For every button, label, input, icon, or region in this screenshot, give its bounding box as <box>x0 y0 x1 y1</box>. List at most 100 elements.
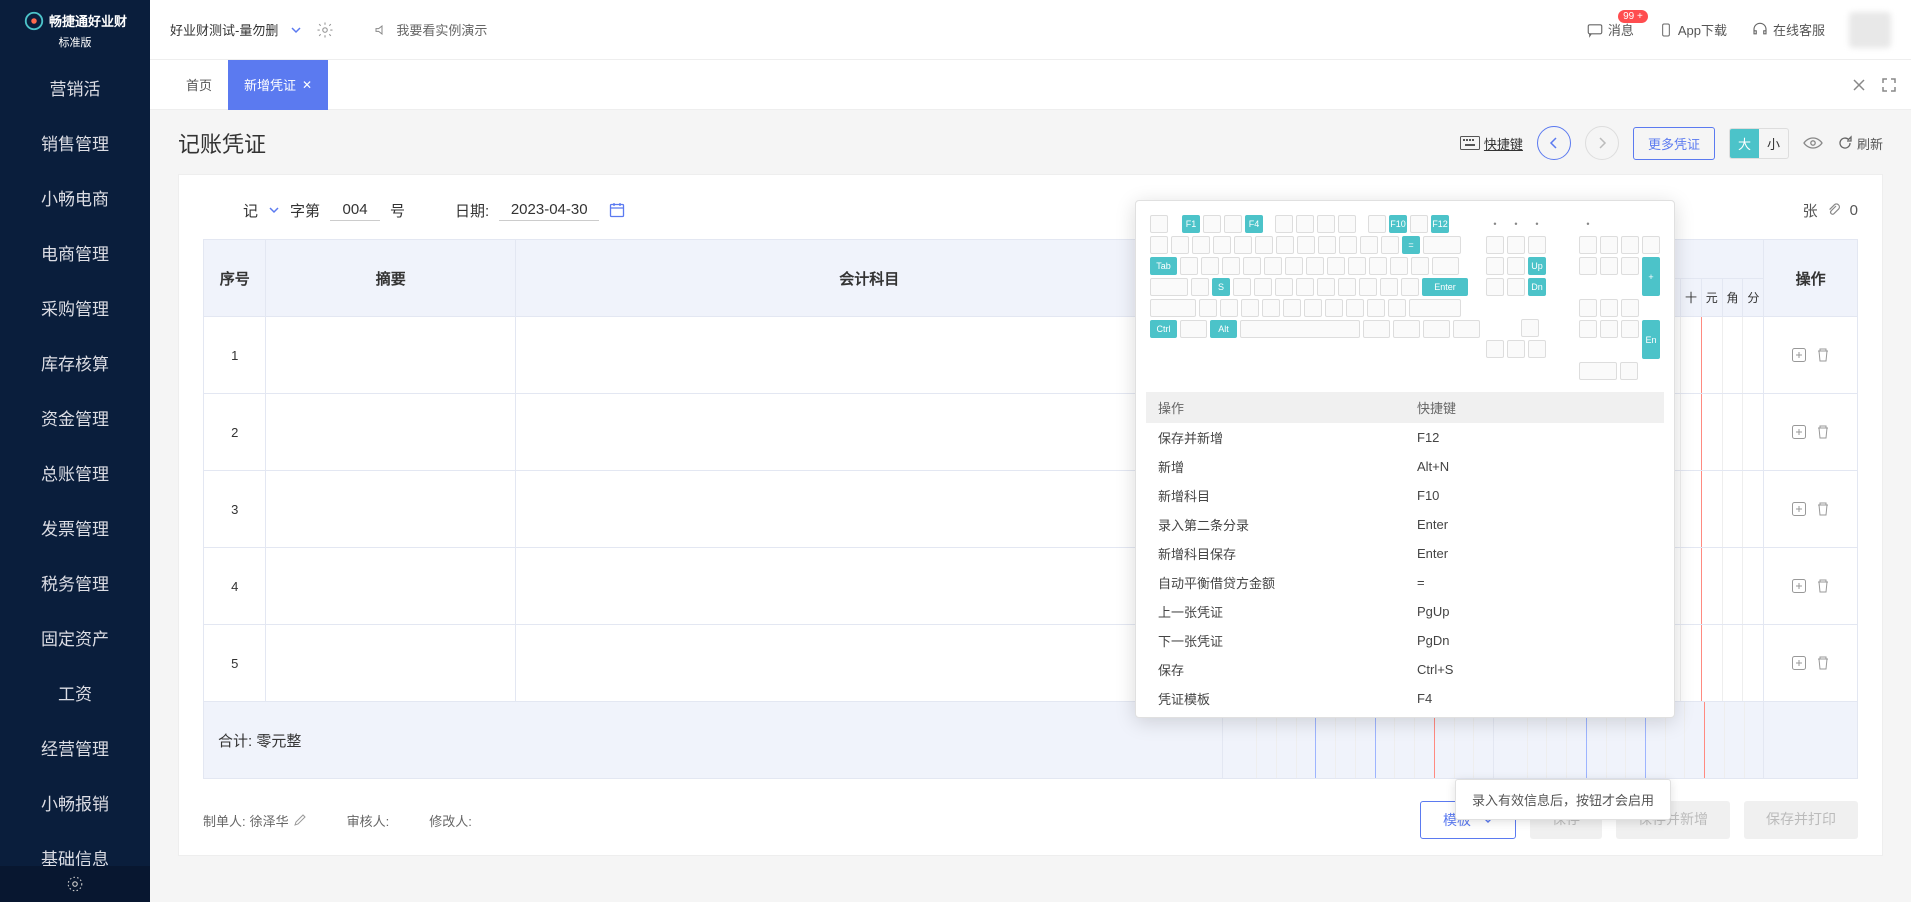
next-voucher-button[interactable] <box>1585 126 1619 160</box>
shortcut-table: 操作快捷键 保存并新增F12新增Alt+N新增科目F10录入第二条分录Enter… <box>1146 392 1664 713</box>
chevron-down-icon <box>290 24 302 36</box>
add-row-icon[interactable] <box>1791 655 1807 671</box>
add-row-icon[interactable] <box>1791 501 1807 517</box>
brand-name: 畅捷通好业财 <box>49 11 127 30</box>
sidebar-item-12[interactable]: 经营管理 <box>0 720 150 775</box>
refresh-button[interactable]: 刷新 <box>1837 134 1883 153</box>
arrow-right-icon <box>1595 136 1609 150</box>
headset-icon <box>1751 21 1769 39</box>
sidebar-item-7[interactable]: 总账管理 <box>0 445 150 500</box>
sidebar-settings[interactable] <box>0 866 150 902</box>
add-row-icon[interactable] <box>1791 578 1807 594</box>
shortcut-row: 上一张凭证PgUp <box>1146 597 1664 626</box>
sidebar-item-6[interactable]: 资金管理 <box>0 390 150 445</box>
add-row-icon[interactable] <box>1791 347 1807 363</box>
chevron-down-icon[interactable] <box>268 204 280 216</box>
sidebar-item-8[interactable]: 发票管理 <box>0 500 150 555</box>
delete-row-icon[interactable] <box>1815 347 1831 363</box>
account-cell[interactable] <box>516 394 1223 471</box>
sidebar-item-1[interactable]: 销售管理 <box>0 115 150 170</box>
message-icon <box>1586 21 1604 39</box>
keyboard-icon <box>1460 136 1480 150</box>
fullscreen-icon[interactable] <box>1881 77 1897 93</box>
sidebar-item-10[interactable]: 固定资产 <box>0 610 150 665</box>
tab-home[interactable]: 首页 <box>170 60 228 110</box>
shortcut-row: 凭证模板F4 <box>1146 684 1664 713</box>
account-cell[interactable] <box>516 625 1223 702</box>
arrow-left-icon <box>1547 136 1561 150</box>
account-cell[interactable] <box>516 317 1223 394</box>
shortcut-link[interactable]: 快捷键 <box>1460 134 1523 153</box>
shortcut-row: 新增科目F10 <box>1146 481 1664 510</box>
disabled-tooltip: 录入有效信息后，按钮才会启用 <box>1455 779 1671 820</box>
app-download-link[interactable]: App下载 <box>1658 20 1727 39</box>
shortcut-row: 自动平衡借贷方金额= <box>1146 568 1664 597</box>
tab-strip: 首页 新增凭证 ✕ <box>150 60 1911 110</box>
logo: 畅捷通好业财 标准版 <box>0 0 150 60</box>
speaker-icon <box>374 22 390 38</box>
size-toggle[interactable]: 大 小 <box>1729 128 1789 159</box>
edit-icon[interactable] <box>293 813 307 827</box>
sidebar-item-3[interactable]: 电商管理 <box>0 225 150 280</box>
org-selector[interactable]: 好业财测试-量勿删 <box>170 20 302 39</box>
gear-icon <box>66 875 84 893</box>
keyboard-visual: F1F4F10F12 = Tab SEnter CtrlAlt ••• Up D… <box>1146 211 1664 384</box>
calendar-icon[interactable] <box>609 202 625 218</box>
th-account: 会计科目 <box>516 240 1223 317</box>
avatar[interactable] <box>1849 12 1891 48</box>
message-badge: 99 + <box>1618 10 1648 23</box>
close-icon[interactable]: ✕ <box>302 78 312 92</box>
org-name: 好业财测试-量勿删 <box>170 20 278 39</box>
mobile-icon <box>1658 22 1674 38</box>
account-cell[interactable] <box>516 471 1223 548</box>
shortcut-row: 下一张凭证PgDn <box>1146 626 1664 655</box>
brand-icon <box>23 10 45 32</box>
tab-new-voucher[interactable]: 新增凭证 ✕ <box>228 60 328 110</box>
page-title: 记账凭证 <box>178 127 266 159</box>
settings-icon[interactable] <box>316 21 334 39</box>
th-summary: 摘要 <box>266 240 516 317</box>
summary-cell[interactable] <box>266 548 516 625</box>
shortcut-row: 录入第二条分录Enter <box>1146 510 1664 539</box>
shortcut-row: 保存Ctrl+S <box>1146 655 1664 684</box>
prev-voucher-button[interactable] <box>1537 126 1571 160</box>
shortcut-row: 保存并新增F12 <box>1146 423 1664 452</box>
total-cell: 合计: 零元整 <box>204 702 1223 779</box>
delete-row-icon[interactable] <box>1815 655 1831 671</box>
eye-icon[interactable] <box>1803 136 1823 150</box>
size-small[interactable]: 小 <box>1759 129 1788 158</box>
delete-row-icon[interactable] <box>1815 424 1831 440</box>
summary-cell[interactable] <box>266 317 516 394</box>
summary-cell[interactable] <box>266 625 516 702</box>
add-row-icon[interactable] <box>1791 424 1807 440</box>
summary-cell[interactable] <box>266 471 516 548</box>
voucher-date-input[interactable]: 2023-04-30 <box>499 199 599 221</box>
sidebar-item-0[interactable]: 营销活 <box>0 60 150 115</box>
attachment-icon[interactable] <box>1826 202 1842 218</box>
summary-cell[interactable] <box>266 394 516 471</box>
messages-link[interactable]: 消息 99 + <box>1586 20 1634 39</box>
sidebar-item-4[interactable]: 采购管理 <box>0 280 150 335</box>
close-all-icon[interactable] <box>1851 77 1867 93</box>
topbar-right: 消息 99 + App下载 在线客服 <box>1586 12 1911 48</box>
th-op: 操作 <box>1764 240 1858 317</box>
size-large[interactable]: 大 <box>1730 129 1759 158</box>
sidebar-item-11[interactable]: 工资 <box>0 665 150 720</box>
brand-edition: 标准版 <box>59 34 92 50</box>
delete-row-icon[interactable] <box>1815 501 1831 517</box>
sidebar: 营销活销售管理小畅电商电商管理采购管理库存核算资金管理总账管理发票管理税务管理固… <box>0 60 150 902</box>
account-cell[interactable] <box>516 548 1223 625</box>
customer-service-link[interactable]: 在线客服 <box>1751 20 1825 39</box>
sidebar-item-13[interactable]: 小畅报销 <box>0 775 150 830</box>
refresh-icon <box>1837 135 1853 151</box>
sidebar-item-2[interactable]: 小畅电商 <box>0 170 150 225</box>
sidebar-item-5[interactable]: 库存核算 <box>0 335 150 390</box>
demo-link[interactable]: 我要看实例演示 <box>374 20 487 39</box>
shortcut-row: 新增科目保存Enter <box>1146 539 1664 568</box>
sidebar-item-9[interactable]: 税务管理 <box>0 555 150 610</box>
topbar: 畅捷通好业财 标准版 好业财测试-量勿删 我要看实例演示 消息 99 + App… <box>0 0 1911 60</box>
more-vouchers-button[interactable]: 更多凭证 <box>1633 127 1715 160</box>
delete-row-icon[interactable] <box>1815 578 1831 594</box>
voucher-no-input[interactable]: 004 <box>330 199 380 221</box>
save-print-button: 保存并打印 <box>1744 801 1858 839</box>
